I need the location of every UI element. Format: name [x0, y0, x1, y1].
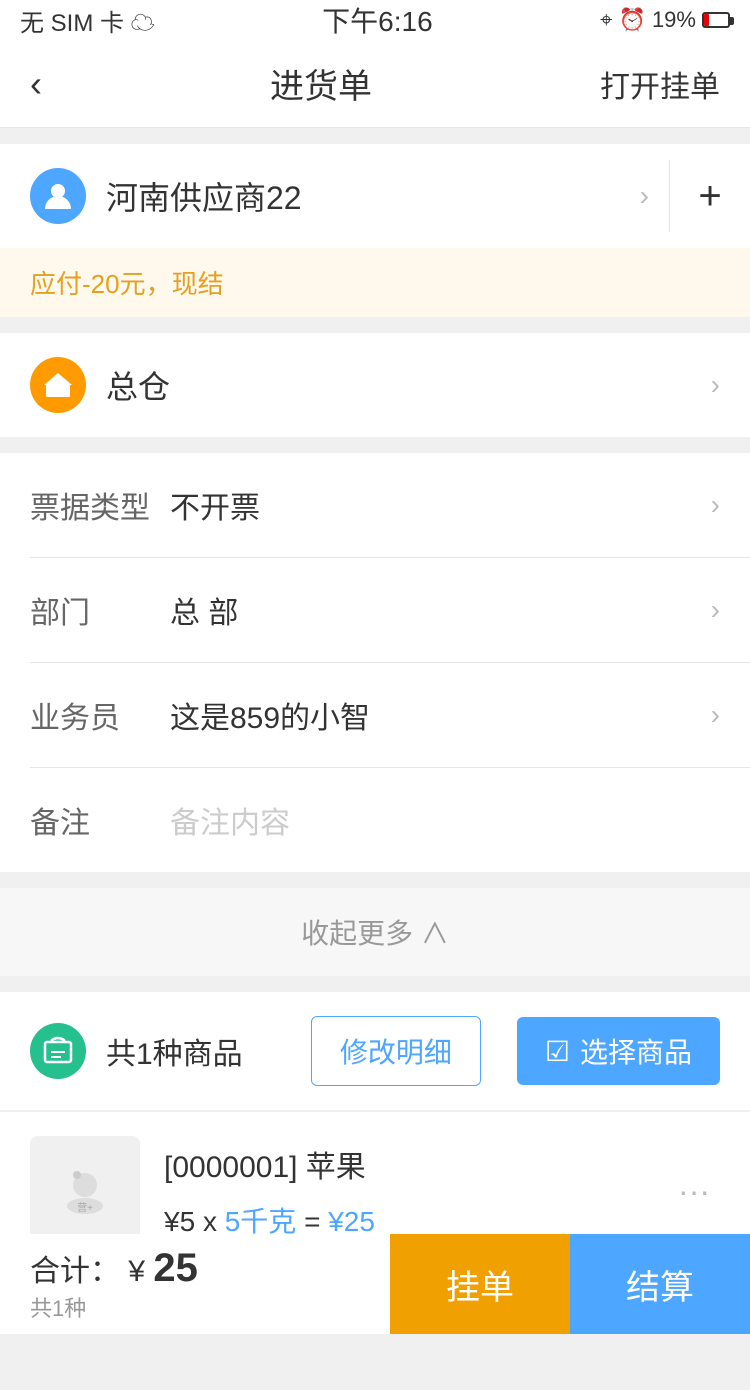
invoice-value: 不开票 — [170, 483, 711, 527]
remark-row[interactable]: 备注 备注内容 — [0, 768, 750, 872]
modify-detail-button[interactable]: 修改明细 — [311, 1016, 481, 1086]
separator-1 — [0, 128, 750, 144]
dept-chevron-icon: › — [711, 594, 720, 626]
back-button[interactable]: ‹ — [30, 63, 42, 105]
settle-button[interactable]: 结算 — [570, 1234, 750, 1334]
price-unit: ¥5 — [164, 1206, 195, 1237]
warehouse-name: 总仓 — [106, 362, 691, 408]
product-more-button[interactable]: ··· — [668, 1163, 720, 1220]
invoice-row[interactable]: 票据类型 不开票 › — [0, 453, 750, 557]
sim-status: 无 SIM 卡 ☁ — [20, 3, 155, 38]
dept-value: 总 部 — [170, 588, 711, 632]
total-number: 25 — [153, 1246, 198, 1290]
total-label: 合计： — [30, 1255, 120, 1288]
select-product-label: 选择商品 — [580, 1031, 692, 1071]
warehouse-section[interactable]: 总仓 › — [0, 333, 750, 437]
open-hang-button[interactable]: 打开挂单 — [600, 62, 720, 106]
svg-text:营+: 营+ — [77, 1201, 93, 1214]
collapse-label: 收起更多 ∧ — [301, 912, 449, 952]
warehouse-icon — [30, 357, 86, 413]
price-equals: = — [304, 1206, 328, 1237]
products-count: 共1种商品 — [106, 1029, 291, 1073]
supplier-name: 河南供应商22 — [106, 173, 620, 219]
battery-icon — [702, 12, 730, 28]
salesman-value: 这是859的小智 — [170, 693, 711, 737]
location-icon: ⌖ — [600, 7, 612, 33]
product-thumbnail: 营+ — [30, 1136, 140, 1246]
select-product-button[interactable]: ☑ 选择商品 — [517, 1017, 720, 1085]
total-amount: 合计： ¥ 25 — [30, 1246, 360, 1291]
warehouse-chevron-icon: › — [711, 369, 720, 401]
total-sub-count: 共1种 — [30, 1291, 360, 1323]
salesman-label: 业务员 — [30, 693, 170, 737]
supplier-chevron-icon: › — [640, 180, 649, 212]
alarm-icon: ⏰ — [619, 7, 646, 33]
invoice-label: 票据类型 — [30, 483, 170, 527]
add-supplier-button[interactable]: + — [670, 144, 750, 248]
supplier-avatar — [30, 168, 86, 224]
product-code: [0000001] — [164, 1151, 306, 1184]
status-right: ⌖ ⏰ 19% — [600, 7, 730, 33]
price-separator: x — [203, 1206, 225, 1237]
product-title: 苹果 — [306, 1151, 366, 1184]
select-product-icon: ☑ — [545, 1035, 570, 1068]
page-title: 进货单 — [270, 59, 372, 108]
supplier-section: 河南供应商22 › + — [0, 144, 750, 248]
status-time: 下午6:16 — [322, 0, 433, 40]
salesman-row[interactable]: 业务员 这是859的小智 › — [0, 663, 750, 767]
collapse-bar[interactable]: 收起更多 ∧ — [0, 888, 750, 976]
product-info: [0000001] 苹果 ¥5 x 5千克 = ¥25 — [164, 1142, 644, 1240]
status-left: 无 SIM 卡 ☁ — [20, 3, 155, 38]
battery-level: 19% — [652, 7, 696, 33]
dept-label: 部门 — [30, 588, 170, 632]
products-header: 共1种商品 修改明细 ☑ 选择商品 — [0, 992, 750, 1110]
remark-label: 备注 — [30, 798, 170, 842]
notice-bar: 应付-20元，现结 — [0, 248, 750, 317]
total-value: ¥25 — [328, 1206, 375, 1237]
salesman-chevron-icon: › — [711, 699, 720, 731]
total-symbol: ¥ — [128, 1255, 145, 1288]
remark-input[interactable]: 备注内容 — [170, 798, 720, 842]
quantity-value: 5千克 — [225, 1206, 297, 1237]
status-bar: 无 SIM 卡 ☁ 下午6:16 ⌖ ⏰ 19% — [0, 0, 750, 40]
notice-text: 应付-20元，现结 — [30, 269, 224, 299]
bottom-bar: 合计： ¥ 25 共1种 挂单 结算 — [0, 1234, 750, 1334]
products-icon — [30, 1023, 86, 1079]
invoice-chevron-icon: › — [711, 489, 720, 521]
nav-bar: ‹ 进货单 打开挂单 — [0, 40, 750, 128]
product-name: [0000001] 苹果 — [164, 1142, 644, 1186]
dept-row[interactable]: 部门 总 部 › — [0, 558, 750, 662]
hang-button[interactable]: 挂单 — [390, 1234, 570, 1334]
form-section: 票据类型 不开票 › 部门 总 部 › 业务员 这是859的小智 › 备注 备注… — [0, 453, 750, 872]
supplier-selector[interactable]: 河南供应商22 › — [0, 144, 669, 248]
total-section: 合计： ¥ 25 共1种 — [0, 1234, 390, 1334]
